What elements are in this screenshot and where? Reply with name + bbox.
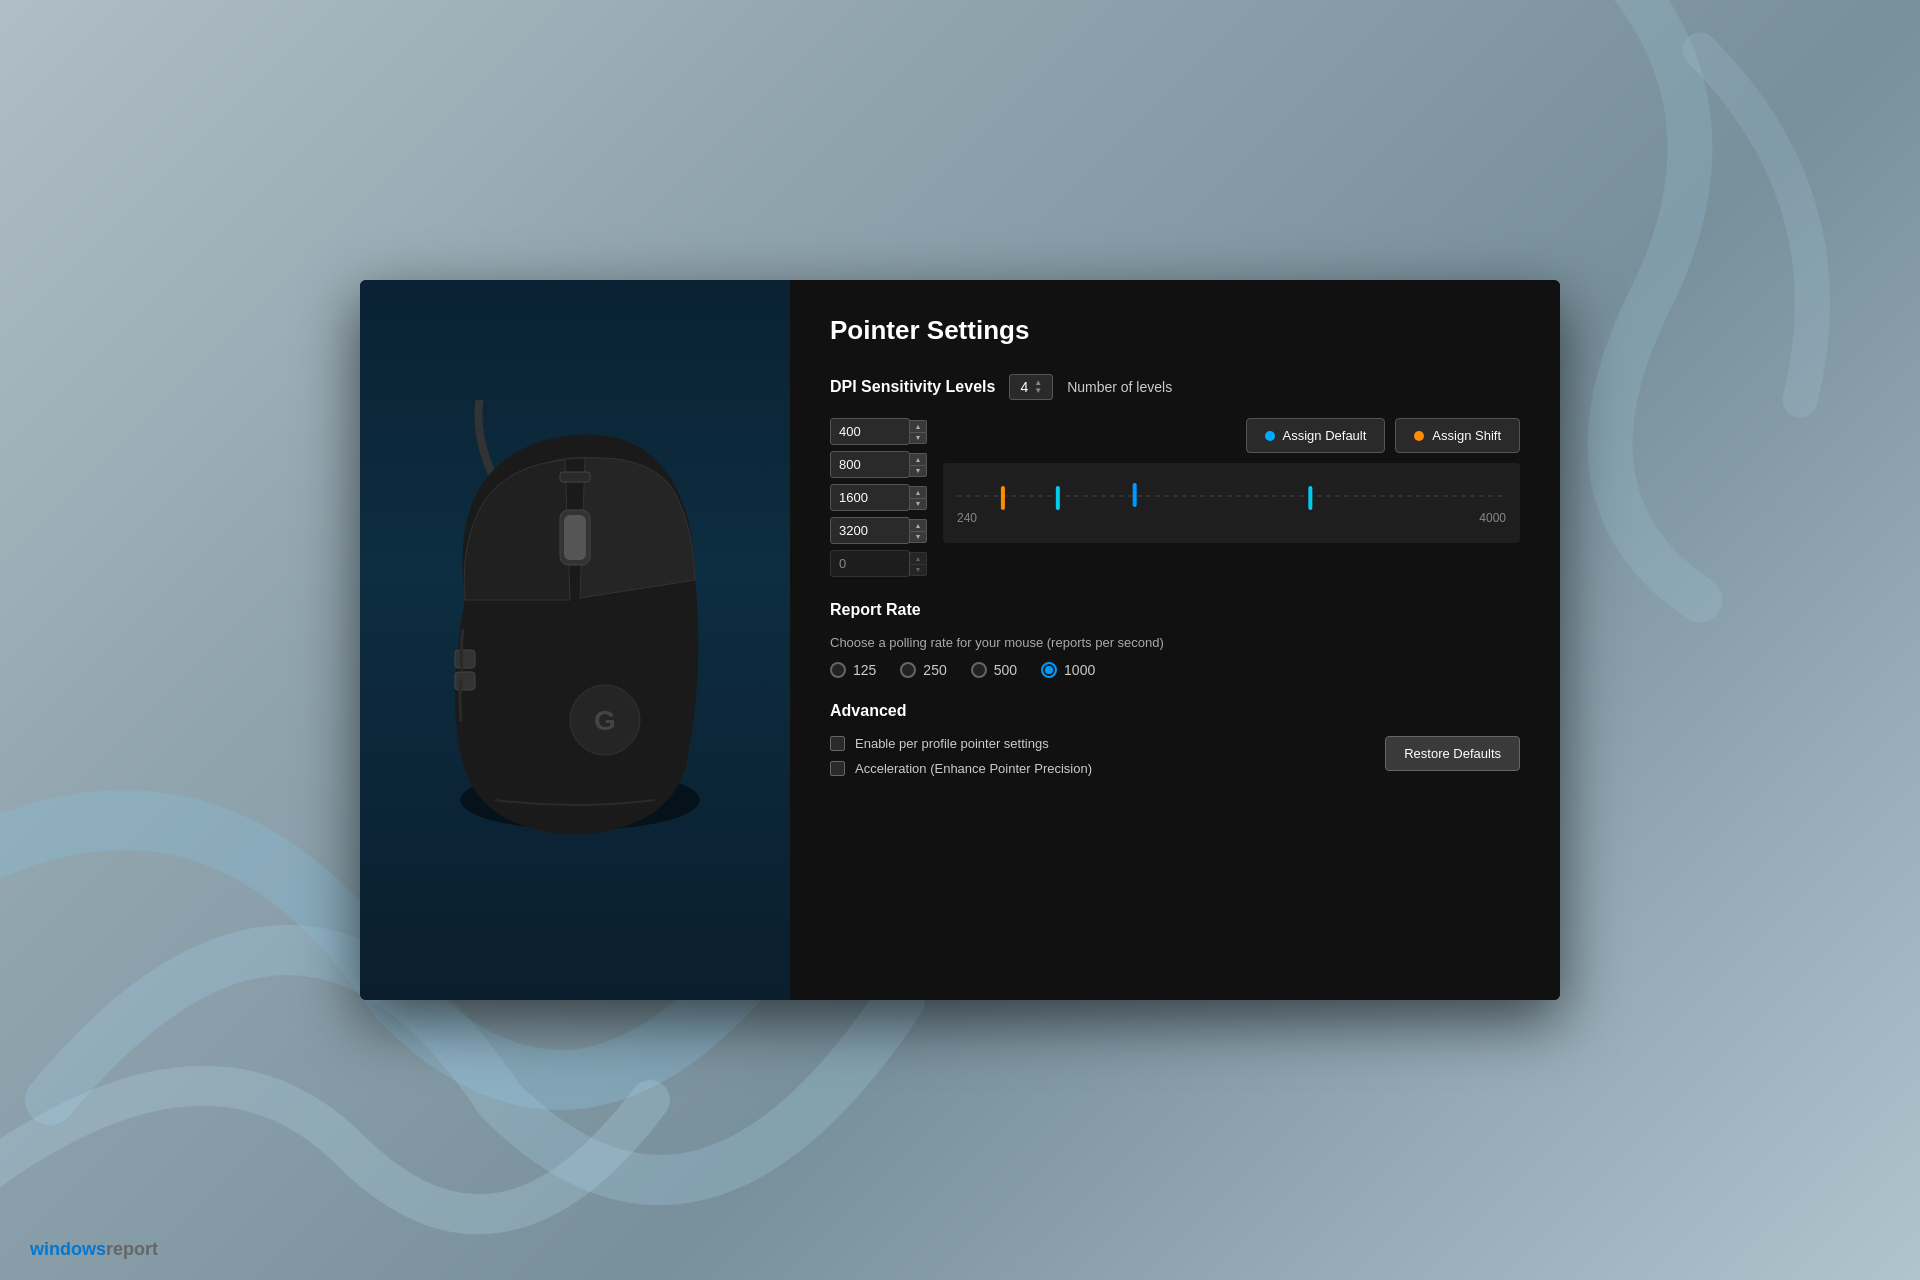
dpi-spinner-3-up[interactable]: ▲ <box>909 486 927 498</box>
dpi-input-row-3: ▲ ▼ <box>830 484 927 511</box>
checkbox-2[interactable] <box>830 761 845 776</box>
restore-defaults-button[interactable]: Restore Defaults <box>1385 736 1520 771</box>
radio-circle-1000 <box>1041 662 1057 678</box>
main-window: G Pointer Settings DPI Sensitivity Level… <box>360 280 1560 1000</box>
dpi-spinner-2: ▲ ▼ <box>909 453 927 477</box>
advanced-section: Advanced Enable per profile pointer sett… <box>830 702 1520 776</box>
level-count-arrows: ▲ ▼ <box>1034 379 1042 395</box>
svg-text:G: G <box>594 705 616 736</box>
dpi-spinner-4-up[interactable]: ▲ <box>909 519 927 531</box>
dpi-spinner-5-up[interactable]: ▲ <box>909 552 927 564</box>
dpi-spinner-2-down[interactable]: ▼ <box>909 465 927 477</box>
radio-label-125: 125 <box>853 662 876 678</box>
dpi-slider-area[interactable]: 240 4000 <box>943 463 1520 543</box>
mouse-svg: G <box>385 400 765 880</box>
mouse-panel: G <box>360 280 790 1000</box>
dpi-section-title: DPI Sensitivity Levels <box>830 378 995 396</box>
watermark-windows: windows <box>30 1239 106 1259</box>
watermark: windowsreport <box>30 1239 158 1260</box>
dpi-spinner-4: ▲ ▼ <box>909 519 927 543</box>
svg-rect-10 <box>1056 486 1060 510</box>
svg-rect-2 <box>564 515 586 560</box>
checkbox-label-1: Enable per profile pointer settings <box>855 736 1049 751</box>
dpi-input-5[interactable] <box>830 550 910 577</box>
radio-circle-500 <box>971 662 987 678</box>
dpi-spinner-4-down[interactable]: ▼ <box>909 531 927 543</box>
dpi-spinner-3-down[interactable]: ▼ <box>909 498 927 510</box>
dpi-right-top: Assign Default Assign Shift <box>943 418 1520 453</box>
assign-default-label: Assign Default <box>1283 428 1367 443</box>
slider-track <box>957 481 1506 501</box>
advanced-title: Advanced <box>830 702 1520 720</box>
dpi-header: DPI Sensitivity Levels 4 ▲ ▼ Number of l… <box>830 374 1520 400</box>
dpi-main-row: ▲ ▼ ▲ ▼ ▲ ▼ <box>830 418 1520 577</box>
dpi-spinner-3: ▲ ▼ <box>909 486 927 510</box>
checkbox-1[interactable] <box>830 736 845 751</box>
radio-circle-125 <box>830 662 846 678</box>
dpi-spinner-1-down[interactable]: ▼ <box>909 432 927 444</box>
dpi-inputs: ▲ ▼ ▲ ▼ ▲ ▼ <box>830 418 927 577</box>
radio-250[interactable]: 250 <box>900 662 946 678</box>
svg-rect-11 <box>1133 483 1137 507</box>
radio-label-250: 250 <box>923 662 946 678</box>
settings-panel: Pointer Settings DPI Sensitivity Levels … <box>790 280 1560 1000</box>
assign-default-dot <box>1265 431 1275 441</box>
radio-500[interactable]: 500 <box>971 662 1017 678</box>
level-count-selector[interactable]: 4 ▲ ▼ <box>1009 374 1053 400</box>
level-count-value: 4 <box>1020 379 1028 395</box>
report-rate-title: Report Rate <box>830 601 1520 619</box>
dpi-input-1[interactable] <box>830 418 910 445</box>
radio-label-500: 500 <box>994 662 1017 678</box>
dpi-input-row-2: ▲ ▼ <box>830 451 927 478</box>
dpi-input-4[interactable] <box>830 517 910 544</box>
dpi-right: Assign Default Assign Shift <box>943 418 1520 543</box>
dpi-input-row-5: ▲ ▼ <box>830 550 927 577</box>
page-title: Pointer Settings <box>830 315 1520 346</box>
report-rate-section: Report Rate Choose a polling rate for yo… <box>830 601 1520 678</box>
dpi-input-row-1: ▲ ▼ <box>830 418 927 445</box>
report-rate-description: Choose a polling rate for your mouse (re… <box>830 635 1520 650</box>
slider-labels: 240 4000 <box>957 511 1506 525</box>
dpi-spinner-5-down[interactable]: ▼ <box>909 564 927 576</box>
radio-label-1000: 1000 <box>1064 662 1095 678</box>
radio-group: 125 250 500 1000 <box>830 662 1520 678</box>
slider-max-label: 4000 <box>1479 511 1506 525</box>
dpi-spinner-1: ▲ ▼ <box>909 420 927 444</box>
assign-shift-dot <box>1414 431 1424 441</box>
dpi-input-2[interactable] <box>830 451 910 478</box>
svg-rect-3 <box>455 650 475 668</box>
mouse-image: G <box>385 400 765 880</box>
radio-1000[interactable]: 1000 <box>1041 662 1095 678</box>
watermark-report: report <box>106 1239 158 1259</box>
slider-svg <box>957 481 1506 511</box>
svg-rect-7 <box>560 472 590 482</box>
dpi-spinner-5: ▲ ▼ <box>909 552 927 576</box>
assign-default-button[interactable]: Assign Default <box>1246 418 1386 453</box>
dpi-spinner-2-up[interactable]: ▲ <box>909 453 927 465</box>
radio-125[interactable]: 125 <box>830 662 876 678</box>
svg-rect-9 <box>1001 486 1005 510</box>
slider-min-label: 240 <box>957 511 977 525</box>
dpi-input-3[interactable] <box>830 484 910 511</box>
assign-shift-button[interactable]: Assign Shift <box>1395 418 1520 453</box>
dpi-spinner-1-up[interactable]: ▲ <box>909 420 927 432</box>
checkbox-label-2: Acceleration (Enhance Pointer Precision) <box>855 761 1092 776</box>
svg-rect-4 <box>455 672 475 690</box>
svg-rect-13 <box>1308 486 1312 510</box>
assign-shift-label: Assign Shift <box>1432 428 1501 443</box>
advanced-content: Enable per profile pointer settings Acce… <box>830 736 1520 776</box>
radio-circle-250 <box>900 662 916 678</box>
dpi-input-row-4: ▲ ▼ <box>830 517 927 544</box>
number-of-levels-label: Number of levels <box>1067 379 1172 395</box>
